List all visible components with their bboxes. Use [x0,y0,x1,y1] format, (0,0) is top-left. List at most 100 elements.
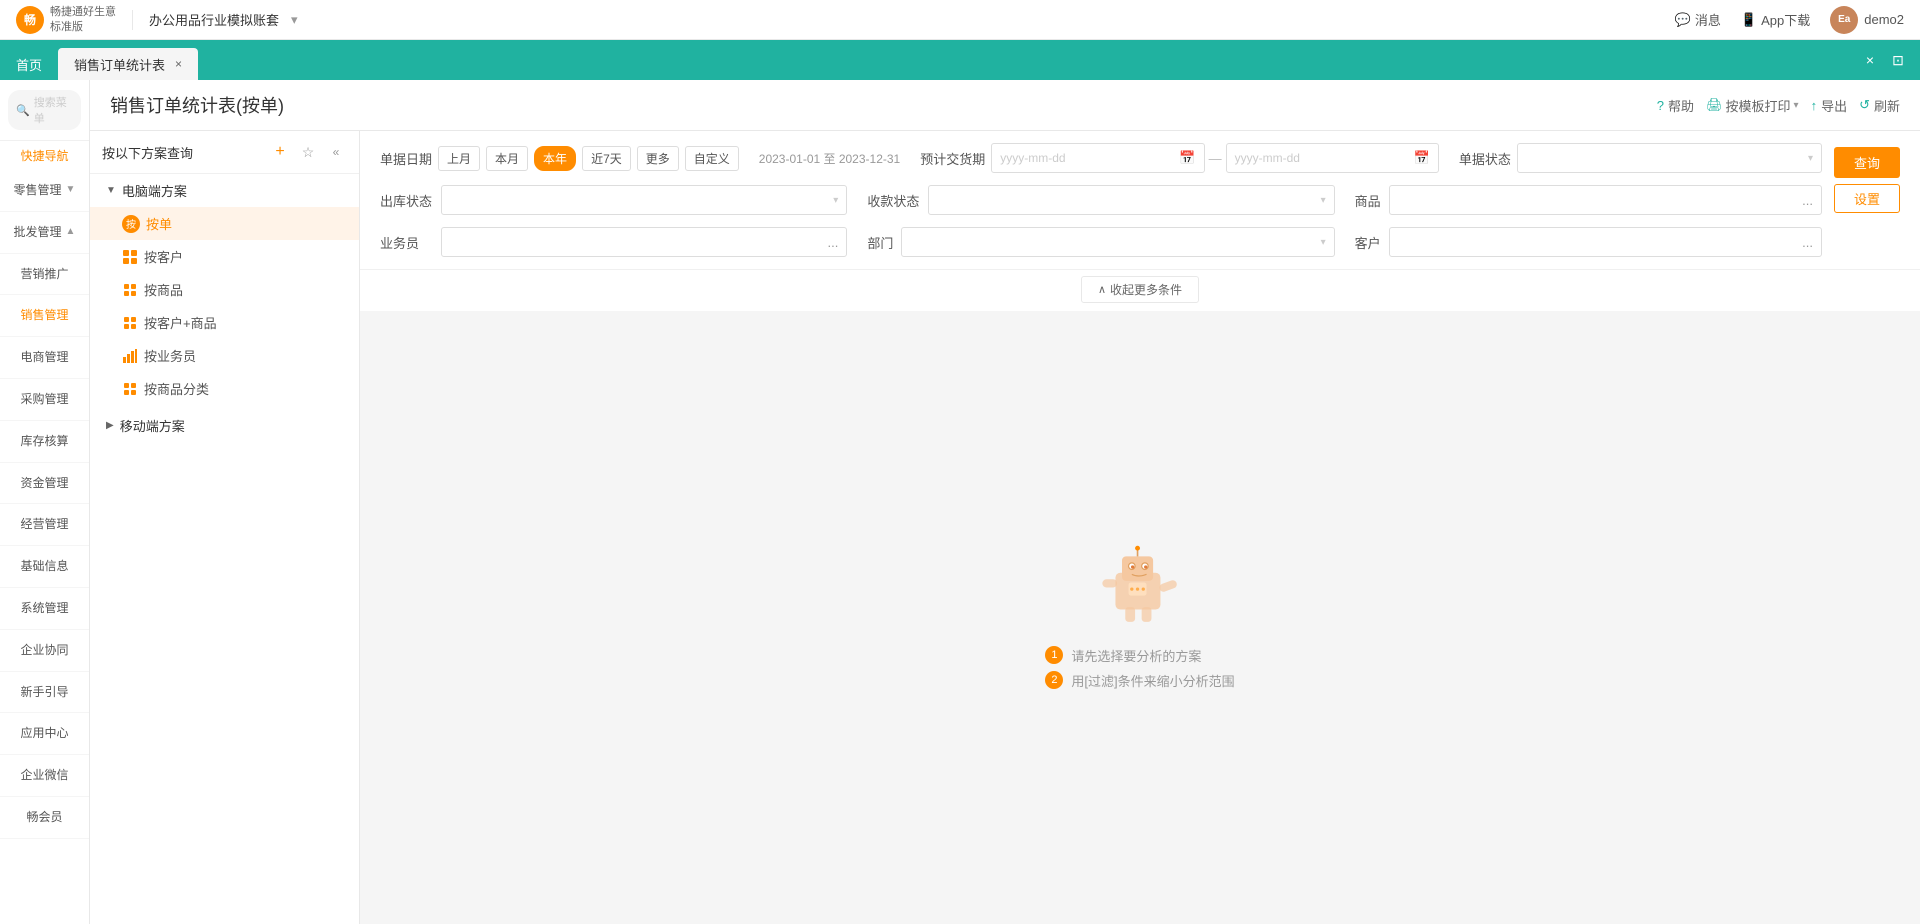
sidebar-item-sales[interactable]: 销售管理 [0,295,89,337]
tree-item-by-goods[interactable]: 按商品 [90,273,359,306]
expected-date-end[interactable]: yyyy-mm-dd 📅 [1226,143,1439,173]
sidebar-item-marketing[interactable]: 营销推广 [0,254,89,296]
date-btn-last-month[interactable]: 上月 [438,146,480,171]
message-action[interactable]: 💬 消息 [1675,10,1721,29]
sidebar-item-ecom[interactable]: 电商管理 [0,337,89,379]
collapse-label: 收起更多条件 [1110,281,1182,298]
user-name: demo2 [1864,12,1904,27]
page-title: 销售订单统计表(按单) [110,92,284,130]
ship-dropdown-icon: ▾ [833,195,838,206]
tab-fullscreen-btn[interactable]: ⊡ [1888,50,1908,70]
sidebar: 🔍 搜索菜单 快捷导航 零售管理 ▼ 批发管理 ▲ 营销推广 销售管理 电商管理… [0,80,90,924]
tab-sales-order[interactable]: 销售订单统计表 × [58,48,198,80]
customer-input[interactable]: ... [1389,227,1822,257]
tree-parent: ▼ 电脑端方案 按 按单 按客户 [90,174,359,442]
salesperson-more-icon[interactable]: ... [827,235,838,250]
sidebar-item-wholesale[interactable]: 批发管理 ▲ [0,212,89,254]
pay-status-area: 收款状态 ▾ [867,185,1334,215]
dept-select[interactable]: ▾ [901,227,1334,257]
goods-more-icon[interactable]: ... [1802,193,1813,208]
refresh-action[interactable]: ↺ 刷新 [1859,96,1900,115]
sidebar-item-wechat[interactable]: 企业微信 [0,755,89,797]
help-action[interactable]: ? 帮助 [1657,96,1694,115]
tab-home[interactable]: 首页 [0,48,58,80]
tab-close-all-btn[interactable]: × [1860,50,1880,70]
tree-item-by-customer-goods[interactable]: 按客户+商品 [90,306,359,339]
app-download-label: App下载 [1761,10,1810,29]
tree-item-by-category[interactable]: 按商品分类 [90,372,359,405]
pay-status-select[interactable]: ▾ [928,185,1334,215]
tab-close-icon[interactable]: × [175,57,182,71]
tree-item-by-salesperson[interactable]: 按业务员 [90,339,359,372]
tree-desktop-schemes[interactable]: ▼ 电脑端方案 [90,174,359,207]
tree-item-by-order[interactable]: 按 按单 [90,207,359,240]
export-action[interactable]: ↑ 导出 [1811,96,1848,115]
export-label: 导出 [1821,96,1847,115]
ship-status-select[interactable]: ▾ [441,185,847,215]
salesperson-input[interactable]: ... [441,227,847,257]
page-header-actions: ? 帮助 🖨 按模板打印 ▾ ↑ 导出 ↺ 刷新 [1657,96,1900,127]
by-order-label: 按单 [146,214,172,233]
sidebar-item-management[interactable]: 经营管理 [0,504,89,546]
order-status-select[interactable]: ▾ [1517,143,1822,173]
date-btn-this-month[interactable]: 本月 [486,146,528,171]
query-button[interactable]: 查询 [1834,147,1900,178]
empty-step-1: 1 请先选择要分析的方案 [1045,646,1234,665]
sidebar-item-basic[interactable]: 基础信息 [0,546,89,588]
expected-date-start-placeholder: yyyy-mm-dd [1000,151,1065,165]
sidebar-item-retail[interactable]: 零售管理 ▼ [0,170,89,212]
quick-nav-label[interactable]: 快捷导航 [0,141,89,170]
logo-icon: 畅 [16,6,44,34]
top-bar-right: 💬 消息 📱 App下载 Ea demo2 [1675,6,1904,34]
by-customer-icon [122,249,138,265]
expected-date-start[interactable]: yyyy-mm-dd 📅 [991,143,1204,173]
date-btn-7days[interactable]: 近7天 [582,146,631,171]
tree-item-by-customer[interactable]: 按客户 [90,240,359,273]
date-btn-more[interactable]: 更多 [637,146,679,171]
app-download-action[interactable]: 📱 App下载 [1741,10,1810,29]
collapse-area: ∧ 收起更多条件 [360,269,1920,311]
sidebar-item-member[interactable]: 畅会员 [0,797,89,839]
star-scheme-icon[interactable]: ☆ [297,141,319,163]
message-label: 消息 [1695,10,1721,29]
top-bar-left: 畅 畅捷通好生意 标准版 办公用品行业模拟账套 ▾ [16,5,298,34]
sidebar-item-newuser[interactable]: 新手引导 [0,672,89,714]
divider [132,10,133,30]
salesperson-area: 业务员 ... [380,227,847,257]
by-order-icon: 按 [122,215,140,233]
app-title: 办公用品行业模拟账套 [149,10,279,29]
date-label: 单据日期 [380,149,432,168]
by-goods-icon [122,282,138,298]
order-status-label: 单据状态 [1459,149,1511,168]
page-header: 销售订单统计表(按单) ? 帮助 🖨 按模板打印 ▾ ↑ 导出 ↺ 刷新 [90,80,1920,131]
filter-top-area: 单据日期 上月 本月 本年 近7天 更多 自定义 2023-01-01 至 20… [360,131,1920,261]
date-btn-custom[interactable]: 自定义 [685,146,739,171]
message-icon: 💬 [1675,12,1691,28]
search-icon: 🔍 [16,104,30,117]
goods-area: 商品 ... [1355,185,1822,215]
sidebar-item-inventory[interactable]: 库存核算 [0,421,89,463]
print-dropdown-icon: ▾ [1794,100,1799,111]
right-side: 单据日期 上月 本月 本年 近7天 更多 自定义 2023-01-01 至 20… [360,131,1920,924]
sidebar-item-finance[interactable]: 资金管理 [0,463,89,505]
collapse-up-icon: ∧ [1098,283,1106,296]
goods-input[interactable]: ... [1389,185,1822,215]
collapse-button[interactable]: ∧ 收起更多条件 [1081,276,1199,303]
settings-button[interactable]: 设置 [1834,184,1900,213]
user-area[interactable]: Ea demo2 [1830,6,1904,34]
sidebar-item-appcenter[interactable]: 应用中心 [0,713,89,755]
goods-label: 商品 [1355,191,1383,210]
sidebar-item-purchase[interactable]: 采购管理 [0,379,89,421]
tab-home-label: 首页 [16,55,42,74]
print-action[interactable]: 🖨 按模板打印 ▾ [1706,96,1799,115]
sidebar-item-enterprise[interactable]: 企业协同 [0,630,89,672]
mobile-icon: 📱 [1741,12,1757,28]
date-btn-this-year[interactable]: 本年 [534,146,576,171]
collapse-panel-icon[interactable]: « [325,141,347,163]
sidebar-item-system[interactable]: 系统管理 [0,588,89,630]
tree-mobile-schemes[interactable]: ▶ 移动端方案 [90,409,359,442]
title-dropdown-icon[interactable]: ▾ [291,12,298,28]
customer-more-icon[interactable]: ... [1802,235,1813,250]
left-panel-title: 按以下方案查询 [102,143,193,162]
add-scheme-icon[interactable]: + [269,141,291,163]
